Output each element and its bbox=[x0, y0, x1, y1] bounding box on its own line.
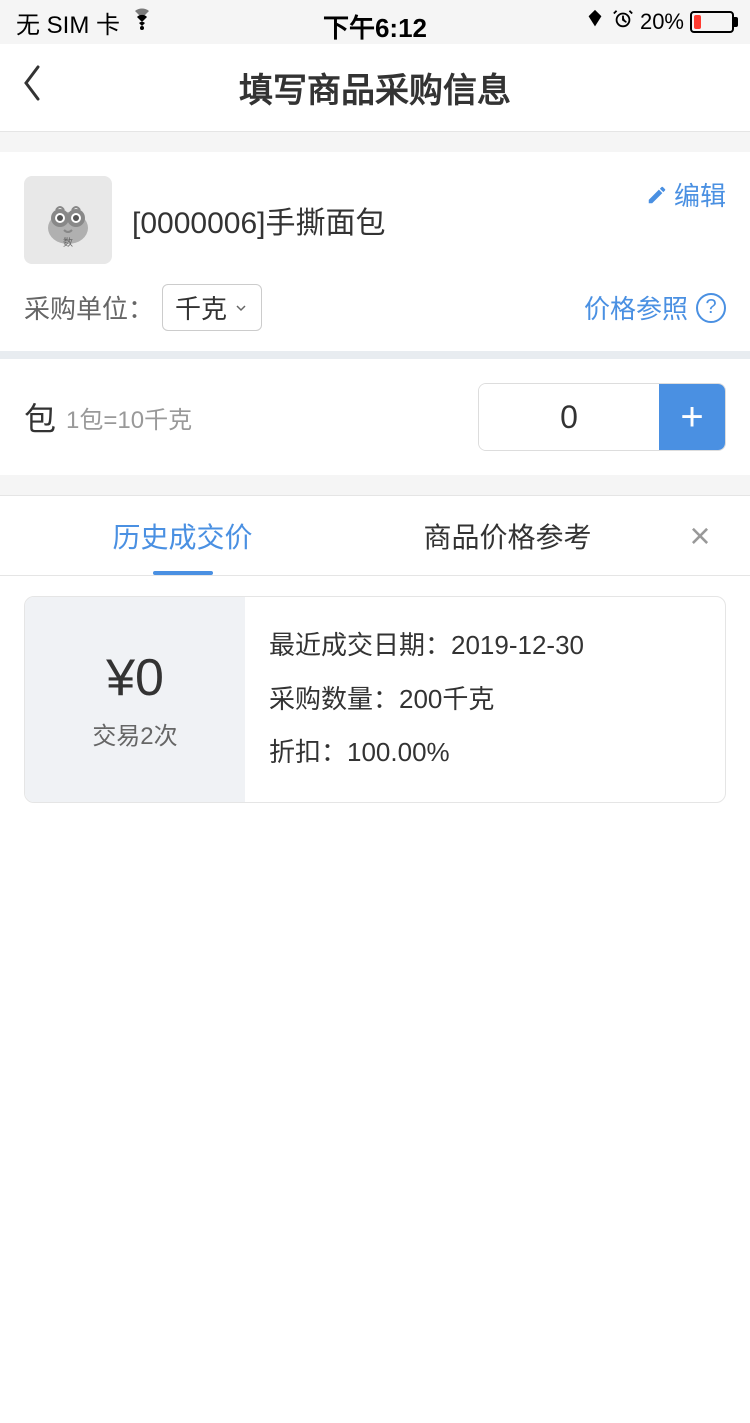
tab-history-label: 历史成交价 bbox=[112, 516, 252, 556]
price-discount-row: 折扣：100.00% bbox=[269, 732, 701, 774]
svg-text:数: 数 bbox=[63, 236, 73, 249]
tabs-container: 历史成交价 商品价格参考 × ¥0 交易2次 最近成交日期：2019-12-30 bbox=[0, 495, 750, 823]
help-icon: ? bbox=[696, 293, 726, 323]
product-thumbnail: 数 bbox=[24, 176, 112, 264]
alarm-icon bbox=[612, 8, 634, 36]
tabs-header: 历史成交价 商品价格参考 × bbox=[0, 496, 750, 576]
location-icon bbox=[584, 8, 606, 36]
price-ref-button[interactable]: 价格参照 ? bbox=[584, 289, 726, 326]
price-card-right: 最近成交日期：2019-12-30 采购数量：200千克 折扣：100.00% bbox=[245, 597, 725, 802]
price-amount: ¥0 bbox=[106, 648, 164, 708]
quantity-unit: 包 1包=10千克 bbox=[24, 394, 192, 440]
unit-select[interactable]: 千克 bbox=[162, 284, 262, 331]
price-card: ¥0 交易2次 最近成交日期：2019-12-30 采购数量：200千克 折扣：… bbox=[24, 596, 726, 803]
tab-price-ref[interactable]: 商品价格参考 bbox=[345, 496, 670, 575]
battery-icon bbox=[690, 11, 734, 33]
tabs-close-button[interactable]: × bbox=[670, 515, 730, 557]
product-meta: 采购单位： 千克 价格参照 ? bbox=[24, 284, 726, 331]
edit-button[interactable]: 编辑 bbox=[646, 176, 726, 213]
battery-percent: 20% bbox=[640, 9, 684, 35]
product-name: [0000006]手撕面包 bbox=[132, 198, 385, 242]
nav-bar: 填写商品采购信息 bbox=[0, 44, 750, 132]
price-qty-row: 采购数量：200千克 bbox=[269, 679, 701, 721]
wifi-icon bbox=[128, 8, 156, 37]
price-currency: ¥ bbox=[106, 649, 135, 707]
unit-label: 采购单位： 千克 bbox=[24, 284, 262, 331]
price-card-left: ¥0 交易2次 bbox=[25, 597, 245, 802]
tab-history-price[interactable]: 历史成交价 bbox=[20, 496, 345, 575]
page-title: 填写商品采购信息 bbox=[239, 63, 511, 112]
product-card: 数 [0000006]手撕面包 编辑 采购单位： 千克 价格参照 bbox=[0, 152, 750, 351]
tab-active-indicator bbox=[153, 571, 213, 575]
price-date-row: 最近成交日期：2019-12-30 bbox=[269, 625, 701, 667]
status-bar: 无 SIM 卡 下午6:12 20% bbox=[0, 0, 750, 44]
battery-fill bbox=[694, 15, 701, 29]
price-value: 0 bbox=[135, 649, 164, 707]
price-trades: 交易2次 bbox=[92, 716, 177, 751]
tab-price-ref-label: 商品价格参考 bbox=[423, 516, 591, 556]
quantity-control: + bbox=[478, 383, 726, 451]
unit-sub-label: 1包=10千克 bbox=[66, 400, 192, 435]
carrier-text: 无 SIM 卡 bbox=[16, 5, 120, 40]
back-button[interactable] bbox=[20, 63, 44, 112]
status-right: 20% bbox=[584, 8, 734, 36]
quantity-plus-button[interactable]: + bbox=[659, 384, 725, 450]
section-divider bbox=[0, 351, 750, 359]
unit-box-label: 包 bbox=[24, 394, 56, 440]
status-time: 下午6:12 bbox=[323, 8, 427, 45]
product-logo: 数 bbox=[38, 190, 98, 250]
product-left: 数 [0000006]手撕面包 bbox=[24, 176, 385, 264]
status-left: 无 SIM 卡 bbox=[16, 5, 156, 40]
quantity-input[interactable] bbox=[479, 384, 659, 450]
quantity-row: 包 1包=10千克 + bbox=[0, 359, 750, 475]
product-header: 数 [0000006]手撕面包 编辑 bbox=[24, 176, 726, 264]
price-card-container: ¥0 交易2次 最近成交日期：2019-12-30 采购数量：200千克 折扣：… bbox=[0, 576, 750, 823]
bottom-area bbox=[0, 823, 750, 1423]
